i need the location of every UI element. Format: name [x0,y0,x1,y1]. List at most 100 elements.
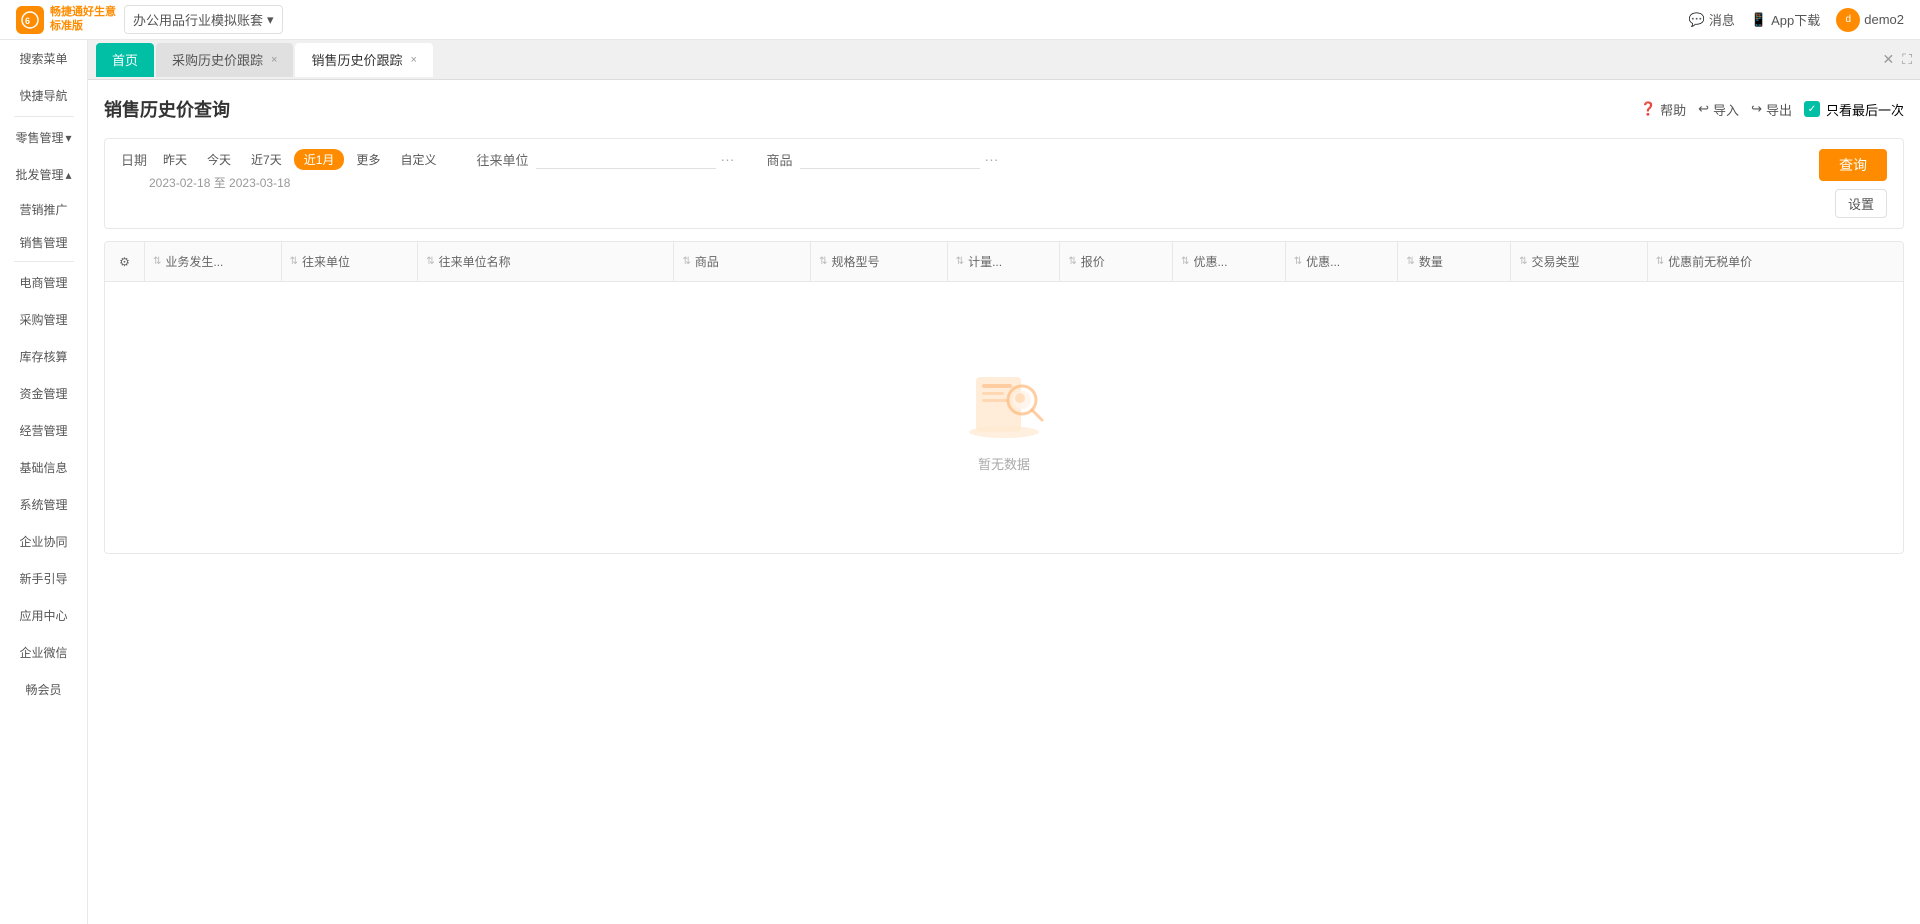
th-biz-date[interactable]: ⇅ 业务发生... [145,242,282,281]
tab-purchase-history-close[interactable]: × [271,54,277,66]
only-last-checkbox-area[interactable]: ✓ 只看最后一次 [1804,100,1904,119]
th-biz-date-sort-icon: ⇅ [153,256,161,267]
content-area: 首页 采购历史价跟踪 × 销售历史价跟踪 × ✕ ⛶ 销售历史价查询 [88,40,1920,924]
date-label: 日期 [121,150,147,169]
filter-section: 日期 昨天 今天 近7天 近1月 更多 自定义 2023-02-18 至 202… [104,138,1904,229]
th-discount1[interactable]: ⇅ 优惠... [1173,242,1286,281]
export-link[interactable]: ↪ 导出 [1751,100,1792,119]
help-link[interactable]: ❓ 帮助 [1640,100,1686,119]
th-counterpart-name[interactable]: ⇅ 往来单位名称 [418,242,674,281]
date-btn-today[interactable]: 今天 [199,149,239,170]
import-icon: ↩ [1698,101,1709,117]
th-biz-date-label: 业务发生... [165,253,223,270]
sidebar-divider-1 [14,116,74,117]
counterpart-input[interactable] [536,149,716,169]
th-settings[interactable]: ⚙ [105,242,145,281]
goods-label: 商品 [766,150,792,169]
sidebar-item-new-guide[interactable]: 新手引导 [0,560,87,597]
tab-home[interactable]: 首页 [96,43,154,77]
logo-icon: 6 [16,6,44,34]
sidebar-item-retail-mgmt[interactable]: 零售管理 ▾ [0,119,87,156]
th-spec[interactable]: ⇅ 规格型号 [811,242,948,281]
tab-home-label: 首页 [112,50,138,69]
th-pre-tax-price[interactable]: ⇅ 优惠前无税单价 [1648,242,1903,281]
sidebar-item-wholesale-mgmt[interactable]: 批发管理 ▴ [0,156,87,193]
th-unit[interactable]: ⇅ 计量... [948,242,1061,281]
tab-fullscreen-btn[interactable]: ⛶ [1902,51,1912,68]
th-discount1-label: 优惠... [1193,253,1227,270]
username: demo2 [1864,12,1904,27]
sidebar-item-quick-nav[interactable]: 快捷导航 [0,77,87,114]
th-unit-sort-icon: ⇅ [956,256,964,267]
nav-app-download[interactable]: 📱 App下载 [1751,10,1820,29]
logo-text: 畅捷通好生意 标准版 [50,6,116,32]
tab-close-all-btn[interactable]: ✕ [1882,51,1894,68]
tab-sales-history-close[interactable]: × [410,54,416,66]
tab-purchase-history[interactable]: 采购历史价跟踪 × [156,43,293,77]
topbar-right: 💬 消息 📱 App下载 d demo2 [1689,8,1904,32]
sidebar-item-purchase-mgmt[interactable]: 采购管理 [0,301,87,338]
sidebar-item-finance-mgmt[interactable]: 资金管理 [0,375,87,412]
user-profile[interactable]: d demo2 [1836,8,1904,32]
goods-filter-group: 商品 ··· [766,149,998,169]
tab-sales-history[interactable]: 销售历史价跟踪 × [295,43,432,77]
th-discount2[interactable]: ⇅ 优惠... [1286,242,1399,281]
sidebar-item-marketing[interactable]: 营销推广 [0,193,87,226]
sidebar-item-inventory[interactable]: 库存核算 [0,338,87,375]
wholesale-mgmt-label: 批发管理 [15,166,63,183]
th-quantity-label: 数量 [1419,253,1443,270]
search-menu-label: 搜索菜单 [4,50,83,67]
query-button[interactable]: 查询 [1819,149,1887,181]
th-unit-label: 计量... [968,253,1002,270]
th-counterpart-code-sort-icon: ⇅ [290,256,298,267]
nav-message[interactable]: 💬 消息 [1689,10,1735,29]
date-buttons: 昨天 今天 近7天 近1月 更多 自定义 [155,149,444,170]
th-trade-type[interactable]: ⇅ 交易类型 [1511,242,1648,281]
sidebar-divider-2 [14,261,74,262]
app-name: 办公用品行业模拟账套 [133,10,263,29]
settings-button[interactable]: 设置 [1835,189,1887,218]
goods-input[interactable] [800,149,980,169]
empty-state: 暂无数据 [105,282,1903,553]
counterpart-input-area: ··· [536,149,734,169]
table-container: ⚙ ⇅ 业务发生... ⇅ 往来单位 ⇅ 往来单位名称 [104,241,1904,554]
th-counterpart-name-label: 往来单位名称 [439,253,511,270]
export-icon: ↪ [1751,101,1762,117]
date-btn-7days[interactable]: 近7天 [243,149,290,170]
th-counterpart-name-sort-icon: ⇅ [426,256,434,267]
sidebar-item-app-center[interactable]: 应用中心 [0,597,87,634]
th-quantity[interactable]: ⇅ 数量 [1398,242,1511,281]
tab-bar: 首页 采购历史价跟踪 × 销售历史价跟踪 × ✕ ⛶ [88,40,1920,80]
date-btn-1month[interactable]: 近1月 [294,149,345,170]
th-quantity-sort-icon: ⇅ [1406,256,1414,267]
th-quote[interactable]: ⇅ 报价 [1060,242,1173,281]
sidebar-item-enterprise-wechat[interactable]: 企业微信 [0,634,87,671]
th-spec-sort-icon: ⇅ [819,256,827,267]
sidebar-item-system-mgmt[interactable]: 系统管理 [0,486,87,523]
th-discount2-sort-icon: ⇅ [1294,256,1302,267]
page-content: 销售历史价查询 ❓ 帮助 ↩ 导入 ↪ 导出 ✓ [88,80,1920,924]
sidebar-item-enterprise-collab[interactable]: 企业协同 [0,523,87,560]
counterpart-filter-group: 往来单位 ··· [476,149,734,169]
date-btn-yesterday[interactable]: 昨天 [155,149,195,170]
th-counterpart-code[interactable]: ⇅ 往来单位 [282,242,419,281]
import-link[interactable]: ↩ 导入 [1698,100,1739,119]
th-goods[interactable]: ⇅ 商品 [674,242,811,281]
goods-dots-btn[interactable]: ··· [984,151,998,167]
sidebar-item-basic-info[interactable]: 基础信息 [0,449,87,486]
sidebar-item-search-menu[interactable]: 搜索菜单 [0,40,87,77]
sidebar-item-sales-mgmt[interactable]: 销售管理 [0,226,87,259]
help-icon: ❓ [1640,101,1656,117]
counterpart-dots-btn[interactable]: ··· [720,151,734,167]
message-icon: 💬 [1689,12,1705,28]
app-selector[interactable]: 办公用品行业模拟账套 ▾ [124,5,283,34]
topbar: 6 畅捷通好生意 标准版 办公用品行业模拟账套 ▾ 💬 消息 📱 App下载 d… [0,0,1920,40]
date-btn-more[interactable]: 更多 [348,149,388,170]
empty-text: 暂无数据 [978,454,1030,473]
filter-section-row: 日期 昨天 今天 近7天 近1月 更多 自定义 2023-02-18 至 202… [121,149,1887,218]
date-btn-custom[interactable]: 自定义 [392,149,444,170]
sidebar-item-ecommerce-mgmt[interactable]: 电商管理 [0,264,87,301]
settings-gear-icon: ⚙ [119,255,130,269]
sidebar-item-operations-mgmt[interactable]: 经营管理 [0,412,87,449]
sidebar-item-member[interactable]: 畅会员 [0,671,87,708]
